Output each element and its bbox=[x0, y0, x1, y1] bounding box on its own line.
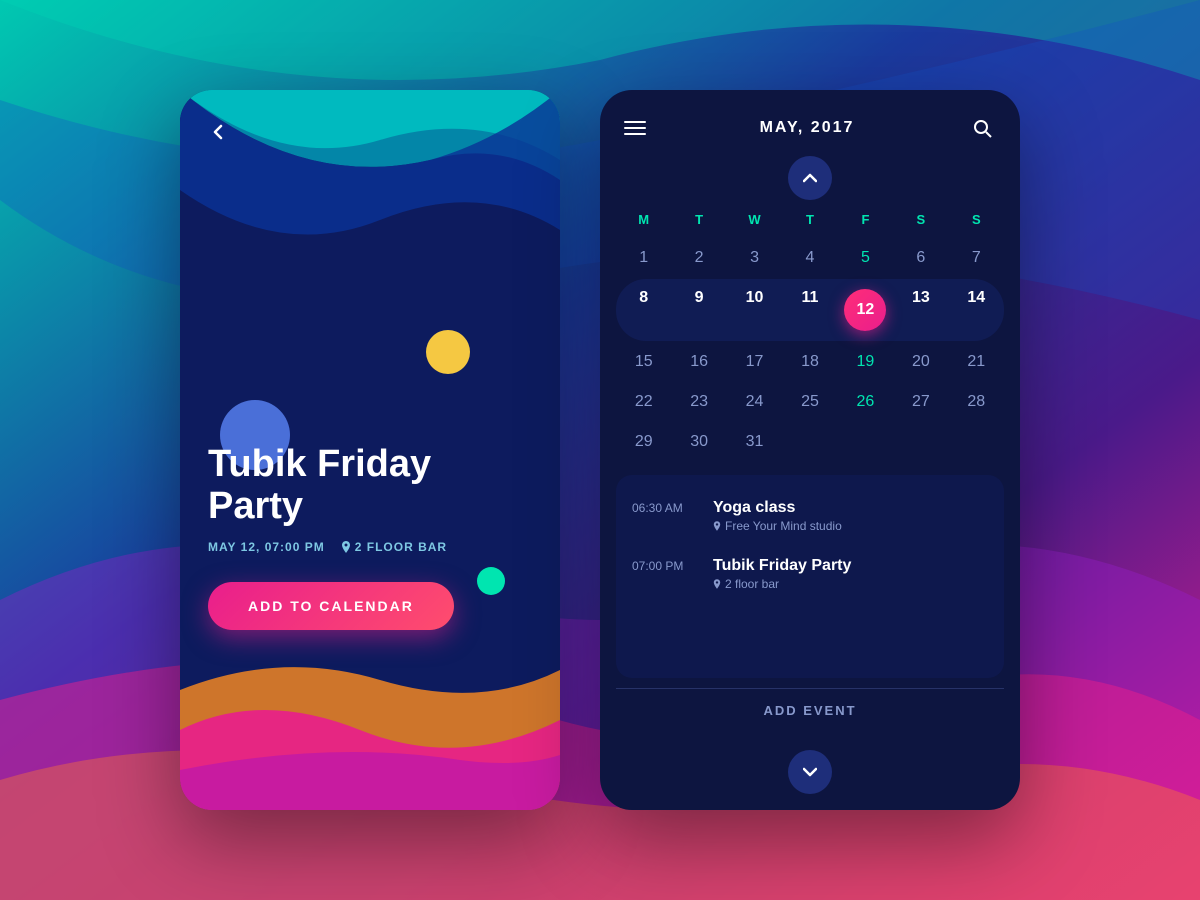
day-10[interactable]: 10 bbox=[727, 279, 782, 341]
day-header-tue: T bbox=[671, 208, 726, 231]
day-29[interactable]: 29 bbox=[616, 423, 671, 461]
day-13[interactable]: 13 bbox=[893, 279, 948, 341]
day-empty-3 bbox=[893, 423, 948, 461]
day-empty-4 bbox=[949, 423, 1004, 461]
chevron-down-area bbox=[600, 742, 1020, 810]
day-24[interactable]: 24 bbox=[727, 383, 782, 421]
location-icon bbox=[341, 541, 351, 553]
calendar-header: MAY, 2017 bbox=[600, 90, 1020, 152]
menu-button[interactable] bbox=[624, 121, 646, 135]
day-3[interactable]: 3 bbox=[727, 239, 782, 277]
add-to-calendar-button[interactable]: ADD TO CALENDAR bbox=[208, 582, 454, 630]
chevron-up-area bbox=[600, 152, 1020, 208]
day-header-mon: M bbox=[616, 208, 671, 231]
event-name-yoga: Yoga class bbox=[713, 499, 842, 517]
day-header-fri: F bbox=[838, 208, 893, 231]
day-25[interactable]: 25 bbox=[782, 383, 837, 421]
calendar-month-title: MAY, 2017 bbox=[760, 119, 855, 137]
event-venue-yoga: Free Your Mind studio bbox=[713, 519, 842, 533]
day-21[interactable]: 21 bbox=[949, 343, 1004, 381]
day-22[interactable]: 22 bbox=[616, 383, 671, 421]
day-5[interactable]: 5 bbox=[838, 239, 893, 277]
day-12-selected[interactable]: 12 bbox=[838, 279, 893, 341]
day-19[interactable]: 19 bbox=[838, 343, 893, 381]
day-30[interactable]: 30 bbox=[671, 423, 726, 461]
day-11[interactable]: 11 bbox=[782, 279, 837, 341]
add-event-button[interactable]: ADD EVENT bbox=[616, 688, 1004, 732]
day-18[interactable]: 18 bbox=[782, 343, 837, 381]
day-9[interactable]: 9 bbox=[671, 279, 726, 341]
day-7[interactable]: 7 bbox=[949, 239, 1004, 277]
event-name-party: Tubik Friday Party bbox=[713, 557, 851, 575]
search-button[interactable] bbox=[968, 114, 996, 142]
scroll-down-button[interactable] bbox=[788, 750, 832, 794]
event-title: Tubik Friday Party bbox=[208, 444, 532, 528]
day-header-wed: W bbox=[727, 208, 782, 231]
week-row-2: 8 9 10 11 12 13 14 bbox=[616, 279, 1004, 341]
event-time-yoga: 06:30 AM bbox=[632, 499, 697, 515]
events-section: 06:30 AM Yoga class Free Your Mind studi… bbox=[616, 475, 1004, 678]
event-item-yoga[interactable]: 06:30 AM Yoga class Free Your Mind studi… bbox=[632, 491, 988, 541]
day-8[interactable]: 8 bbox=[616, 279, 671, 341]
day-header-sun: S bbox=[949, 208, 1004, 231]
day-6[interactable]: 6 bbox=[893, 239, 948, 277]
event-date: MAY 12, 07:00 PM bbox=[208, 540, 325, 554]
day-empty-1 bbox=[782, 423, 837, 461]
day-2[interactable]: 2 bbox=[671, 239, 726, 277]
day-27[interactable]: 27 bbox=[893, 383, 948, 421]
day-headers-row: M T W T F S S bbox=[616, 208, 1004, 231]
day-1[interactable]: 1 bbox=[616, 239, 671, 277]
event-detail-card: Tubik Friday Party MAY 12, 07:00 PM 2 FL… bbox=[180, 90, 560, 810]
back-button[interactable] bbox=[200, 114, 236, 150]
day-4[interactable]: 4 bbox=[782, 239, 837, 277]
day-28[interactable]: 28 bbox=[949, 383, 1004, 421]
event-venue-party: 2 floor bar bbox=[713, 577, 851, 591]
week-row-5: 29 30 31 bbox=[616, 423, 1004, 461]
event-details-party: Tubik Friday Party 2 floor bar bbox=[713, 557, 851, 591]
day-20[interactable]: 20 bbox=[893, 343, 948, 381]
day-17[interactable]: 17 bbox=[727, 343, 782, 381]
week-row-4: 22 23 24 25 26 27 28 bbox=[616, 383, 1004, 421]
day-header-sat: S bbox=[893, 208, 948, 231]
event-details-yoga: Yoga class Free Your Mind studio bbox=[713, 499, 842, 533]
venue-location-icon-party bbox=[713, 579, 721, 589]
week-row-3: 15 16 17 18 19 20 21 bbox=[616, 343, 1004, 381]
scroll-up-button[interactable] bbox=[788, 156, 832, 200]
venue-location-icon-yoga bbox=[713, 521, 721, 531]
day-31[interactable]: 31 bbox=[727, 423, 782, 461]
event-item-party[interactable]: 07:00 PM Tubik Friday Party 2 floor bar bbox=[632, 549, 988, 599]
week-row-1: 1 2 3 4 5 6 7 bbox=[616, 239, 1004, 277]
decorative-dot-yellow bbox=[426, 330, 470, 374]
calendar-card: MAY, 2017 M T W T F S S 1 bbox=[600, 90, 1020, 810]
day-14[interactable]: 14 bbox=[949, 279, 1004, 341]
event-location: 2 FLOOR BAR bbox=[341, 540, 447, 554]
day-header-thu: T bbox=[782, 208, 837, 231]
day-23[interactable]: 23 bbox=[671, 383, 726, 421]
calendar-grid: M T W T F S S 1 2 3 4 5 6 7 8 9 10 11 12 bbox=[600, 208, 1020, 463]
day-16[interactable]: 16 bbox=[671, 343, 726, 381]
day-26[interactable]: 26 bbox=[838, 383, 893, 421]
day-15[interactable]: 15 bbox=[616, 343, 671, 381]
event-time-party: 07:00 PM bbox=[632, 557, 697, 573]
day-empty-2 bbox=[838, 423, 893, 461]
